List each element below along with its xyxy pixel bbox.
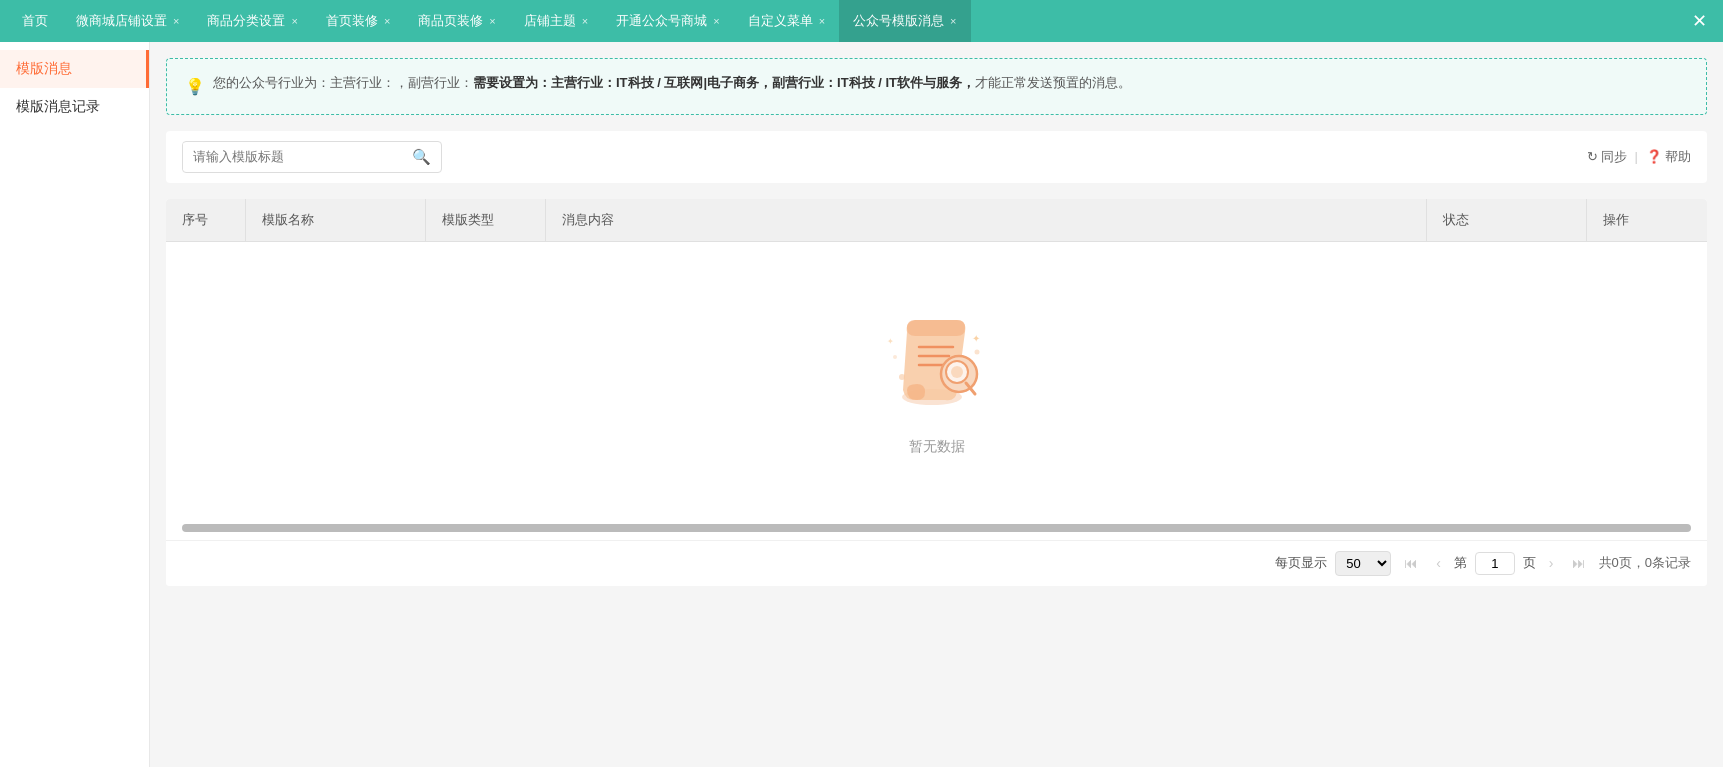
nav-tab-close-5[interactable]: ×: [582, 15, 588, 27]
nav-tab-2[interactable]: 商品分类设置×: [193, 0, 311, 42]
toolbar-divider: |: [1635, 149, 1638, 164]
nav-tab-close-8[interactable]: ×: [950, 15, 956, 27]
nav-tab-close-4[interactable]: ×: [489, 15, 495, 27]
table-column-4: 状态: [1427, 199, 1587, 241]
sidebar-item-1[interactable]: 模版消息记录: [0, 88, 149, 126]
table-column-5: 操作: [1587, 199, 1707, 241]
nav-tab-close-3[interactable]: ×: [384, 15, 390, 27]
nav-tab-1[interactable]: 微商城店铺设置×: [62, 0, 193, 42]
page-summary: 共0页，0条记录: [1599, 554, 1691, 572]
nav-tab-6[interactable]: 开通公众号商城×: [602, 0, 733, 42]
search-input[interactable]: [183, 143, 402, 170]
nav-tab-close-6[interactable]: ×: [713, 15, 719, 27]
notice-box: 💡 您的公众号行业为：主营行业：，副营行业：需要设置为：主营行业：IT科技 / …: [166, 58, 1707, 115]
notice-text: 您的公众号行业为：主营行业：，副营行业：需要设置为：主营行业：IT科技 / 互联…: [213, 73, 1131, 94]
table-header: 序号模版名称模版类型消息内容状态操作: [166, 199, 1707, 242]
per-page-label: 每页显示: [1275, 554, 1327, 572]
content-area: 💡 您的公众号行业为：主营行业：，副营行业：需要设置为：主营行业：IT科技 / …: [150, 42, 1723, 767]
svg-point-7: [951, 366, 963, 378]
scroll-bar-wrap: [166, 516, 1707, 540]
help-button[interactable]: ❓ 帮助: [1646, 148, 1691, 166]
help-label: 帮助: [1665, 148, 1691, 166]
bulb-icon: 💡: [185, 74, 205, 100]
toolbar-right: ↻ 同步 | ❓ 帮助: [1587, 148, 1691, 166]
top-nav: 首页微商城店铺设置×商品分类设置×首页装修×商品页装修×店铺主题×开通公众号商城…: [0, 0, 1723, 42]
main-layout: 模版消息模版消息记录 💡 您的公众号行业为：主营行业：，副营行业：需要设置为：主…: [0, 42, 1723, 767]
nav-tab-5[interactable]: 店铺主题×: [510, 0, 602, 42]
search-wrap: 🔍: [182, 141, 442, 173]
nav-tab-0[interactable]: 首页: [8, 0, 62, 42]
close-all-button[interactable]: ✕: [1684, 10, 1715, 32]
nav-tab-4[interactable]: 商品页装修×: [404, 0, 509, 42]
svg-point-10: [893, 355, 897, 359]
table-column-0: 序号: [166, 199, 246, 241]
sync-button[interactable]: ↻ 同步: [1587, 148, 1627, 166]
empty-text: 暂无数据: [909, 438, 965, 456]
sync-icon: ↻: [1587, 149, 1598, 164]
horizontal-scrollbar[interactable]: [182, 524, 1691, 532]
nav-tab-close-7[interactable]: ×: [819, 15, 825, 27]
page-prev-button[interactable]: ‹: [1431, 553, 1446, 573]
sync-label: 同步: [1601, 148, 1627, 166]
sidebar-item-0[interactable]: 模版消息: [0, 50, 149, 88]
svg-point-8: [899, 374, 905, 380]
nav-tab-close-1[interactable]: ×: [173, 15, 179, 27]
page-input[interactable]: [1475, 552, 1515, 575]
page-label-after: 页: [1523, 554, 1536, 572]
nav-tab-7[interactable]: 自定义菜单×: [734, 0, 839, 42]
table-column-1: 模版名称: [246, 199, 426, 241]
page-next-button[interactable]: ›: [1544, 553, 1559, 573]
per-page-select[interactable]: 102050100: [1335, 551, 1391, 576]
empty-icon: ✦ ✦: [877, 302, 997, 422]
pagination: 每页显示 102050100 ⏮ ‹ 第 页 › ⏭ 共0页，0条记录: [166, 540, 1707, 586]
data-table: 序号模版名称模版类型消息内容状态操作: [166, 199, 1707, 586]
help-icon: ❓: [1646, 149, 1662, 164]
nav-tab-close-2[interactable]: ×: [291, 15, 297, 27]
svg-point-9: [974, 349, 979, 354]
sidebar: 模版消息模版消息记录: [0, 42, 150, 767]
search-button[interactable]: 🔍: [402, 142, 441, 172]
page-label-before: 第: [1454, 554, 1467, 572]
page-first-button[interactable]: ⏮: [1399, 553, 1423, 573]
nav-tab-8[interactable]: 公众号模版消息×: [839, 0, 970, 42]
empty-state: ✦ ✦ 暂无数据: [166, 242, 1707, 516]
table-column-2: 模版类型: [426, 199, 546, 241]
page-last-button[interactable]: ⏭: [1567, 553, 1591, 573]
table-column-3: 消息内容: [546, 199, 1427, 241]
svg-text:✦: ✦: [887, 337, 894, 346]
svg-text:✦: ✦: [972, 333, 980, 344]
nav-tab-3[interactable]: 首页装修×: [312, 0, 404, 42]
toolbar: 🔍 ↻ 同步 | ❓ 帮助: [166, 131, 1707, 183]
